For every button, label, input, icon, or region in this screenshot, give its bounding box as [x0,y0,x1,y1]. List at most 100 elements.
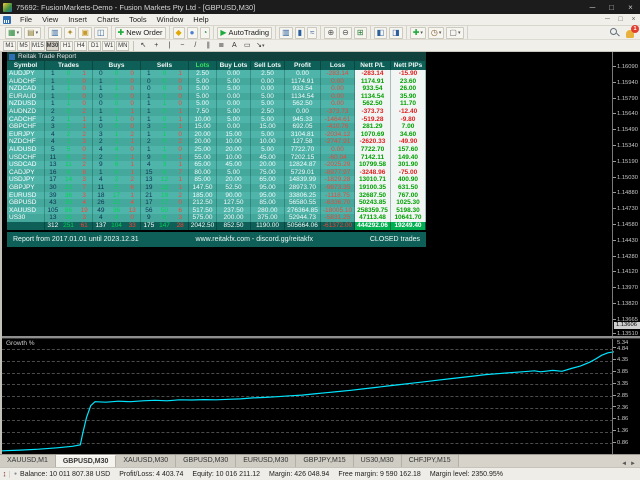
periods-button[interactable]: ◷ ▾ [427,26,445,39]
timeframe-d1[interactable]: D1 [88,40,102,51]
chart-area[interactable]: Reitak Trade Report Symbol Trades Buys Sell… [0,52,640,454]
menu-window[interactable]: Window [152,14,189,26]
zoom-out-button[interactable]: ⊖ [339,26,352,39]
vertical-line-tool[interactable]: | [163,40,175,51]
timeframe-w1[interactable]: W1 [102,40,116,51]
losses-count: 1 [82,70,86,77]
channel-tool[interactable]: ∥ [202,40,214,51]
menu-charts[interactable]: Charts [92,14,124,26]
notifications-icon[interactable]: 1 [626,24,639,38]
maximize-button[interactable]: □ [602,3,621,12]
losses-count: 0 [178,100,182,108]
bar-chart-button[interactable]: ▥ [279,26,293,39]
tile-windows-button[interactable]: ⊞ [353,26,367,39]
chart-tab-chfjpy-m15[interactable]: CHFJPY,M15 [401,455,459,467]
text-tool[interactable]: A [228,40,240,51]
metaeditor-button[interactable]: ◆ [172,26,185,39]
child-close-button[interactable]: × [627,16,640,23]
total-count: 1 [51,77,55,85]
child-restore-button[interactable]: □ [614,16,627,23]
new-chart-icon: ▦ [8,27,16,37]
total-count: 2 [51,115,55,123]
column-header-nett-pips: Nett PIPs [391,61,426,70]
horizontal-line-tool[interactable]: − [176,40,188,51]
sell-lots-cell: 1190.00 [251,221,285,231]
chart-tab-us30-m30[interactable]: US30,M30 [353,455,402,467]
chart-tab-eurusd-m30[interactable]: EURUSD,M30 [236,455,297,467]
menu-view[interactable]: View [37,14,63,26]
lots-cell: 20.00 [189,130,217,139]
child-minimize-button[interactable]: ─ [601,16,614,23]
crosshair-tool[interactable]: + [150,40,162,51]
market-watch-button[interactable]: ▥ [48,26,62,39]
tick-mark [613,65,616,67]
app-icon [3,2,12,12]
sell-lots-cell: 5.00 [251,130,285,139]
indicators-button[interactable]: ✚ ▾ [409,26,426,39]
profiles-button[interactable]: ▤ ▾ [24,26,42,39]
wins-count: 5 [114,183,119,191]
sells-cell: 19 18 1 [141,183,189,192]
chart-tab-gbpusd-m30[interactable]: GBPUSD,M30 [55,455,117,467]
templates-button[interactable]: ▢ ▾ [446,26,464,39]
chart-tab-gbpusd-m30[interactable]: GBPUSD,M30 [176,455,237,467]
growth-tick: 3.35 [613,381,640,388]
loss-cell: 0.00 [321,92,355,101]
timeframe-h1[interactable]: H1 [60,40,74,51]
chart-shift-button[interactable]: ◨ [389,26,403,39]
subwindow-splitter[interactable] [2,336,640,339]
nett-pips-cell: 11.70 [391,100,426,108]
price-tick-label: 1.15790 [617,95,638,102]
cursor-tool[interactable]: ↖ [137,40,149,51]
autotrading-button[interactable]: ▶ AutoTrading [217,26,273,39]
profit-cell: 127.58 [285,138,321,146]
wins-count: 8 [114,161,119,169]
navigator-button[interactable]: ▣ [78,26,92,39]
losses-count: 0 [178,92,182,100]
new-order-button[interactable]: ✚ New Order [114,26,166,39]
chart-tab-gbpjpy-m15[interactable]: GBPJPY,M15 [296,455,354,467]
table-row: NZDCHF 4 1 3 2 1 1 2 0 2 20.00 10.00 10.00 127.58 -274… [7,138,426,146]
price-scale[interactable]: 1.16090 1.15940 1.15790 1.15640 1.15490 1.153… [612,52,640,454]
lots-cell: 2.50 [189,70,217,78]
new-chart-button[interactable]: ▦ ▾ [5,26,23,39]
web-terminal-button[interactable]: ◔ [199,26,211,39]
fibonacci-tool[interactable]: ≣ [215,40,227,51]
auto-scroll-button[interactable]: ◧ [373,26,388,39]
losses-count: 1 [130,138,134,146]
candle-chart-button[interactable]: ▮ [294,26,306,39]
search-icon[interactable] [610,28,619,37]
chart-tab-xauusd-m1[interactable]: XAUUSD,M1 [0,455,56,467]
trendline-tool[interactable]: / [189,40,201,51]
timeframe-m30[interactable]: M30 [45,40,60,51]
menu-tools[interactable]: Tools [124,14,152,26]
timeframe-mn[interactable]: MN [116,40,130,51]
menu-insert[interactable]: Insert [63,14,92,26]
line-chart-button[interactable]: ≈ [307,26,318,39]
report-title: Reitak Trade Report [18,53,77,60]
zoom-in-button[interactable]: ⊕ [324,26,338,39]
price-tick-label: 1.14730 [617,206,638,213]
price-tick-label: 1.14120 [617,269,638,276]
menu-help[interactable]: Help [188,14,213,26]
trades-cell: 4 1 3 [45,138,93,146]
chart-tab-xauusd-m30[interactable]: XAUUSD,M30 [116,455,177,467]
table-row: AUDCHF 1 1 0 1 1 0 0 0 0 5.00 5.00 0.00 1174.91 0.00 11… [7,77,426,86]
timeframe-h4[interactable]: H4 [74,40,88,51]
menu-file[interactable]: File [15,14,37,26]
timeframe-m1[interactable]: M1 [3,40,16,51]
experts-button[interactable]: ● [186,26,198,39]
symbol-cell: USDJPY [7,176,45,184]
timeframe-m5[interactable]: M5 [17,40,30,51]
losses-count: 3 [82,138,86,146]
wins-count: 0 [114,100,119,108]
price-tick-label: 1.15190 [617,158,638,165]
shapes-tool[interactable]: ↘▾ [254,40,266,51]
close-button[interactable]: × [621,3,640,12]
terminal-button[interactable]: ◫ [93,26,108,39]
timeframe-m15[interactable]: M15 [31,40,45,51]
losses-count: 13 [128,206,136,214]
minimize-button[interactable]: ─ [583,3,602,12]
label-tool[interactable]: ▭ [241,40,253,51]
data-window-button[interactable]: ✦ [63,26,77,39]
